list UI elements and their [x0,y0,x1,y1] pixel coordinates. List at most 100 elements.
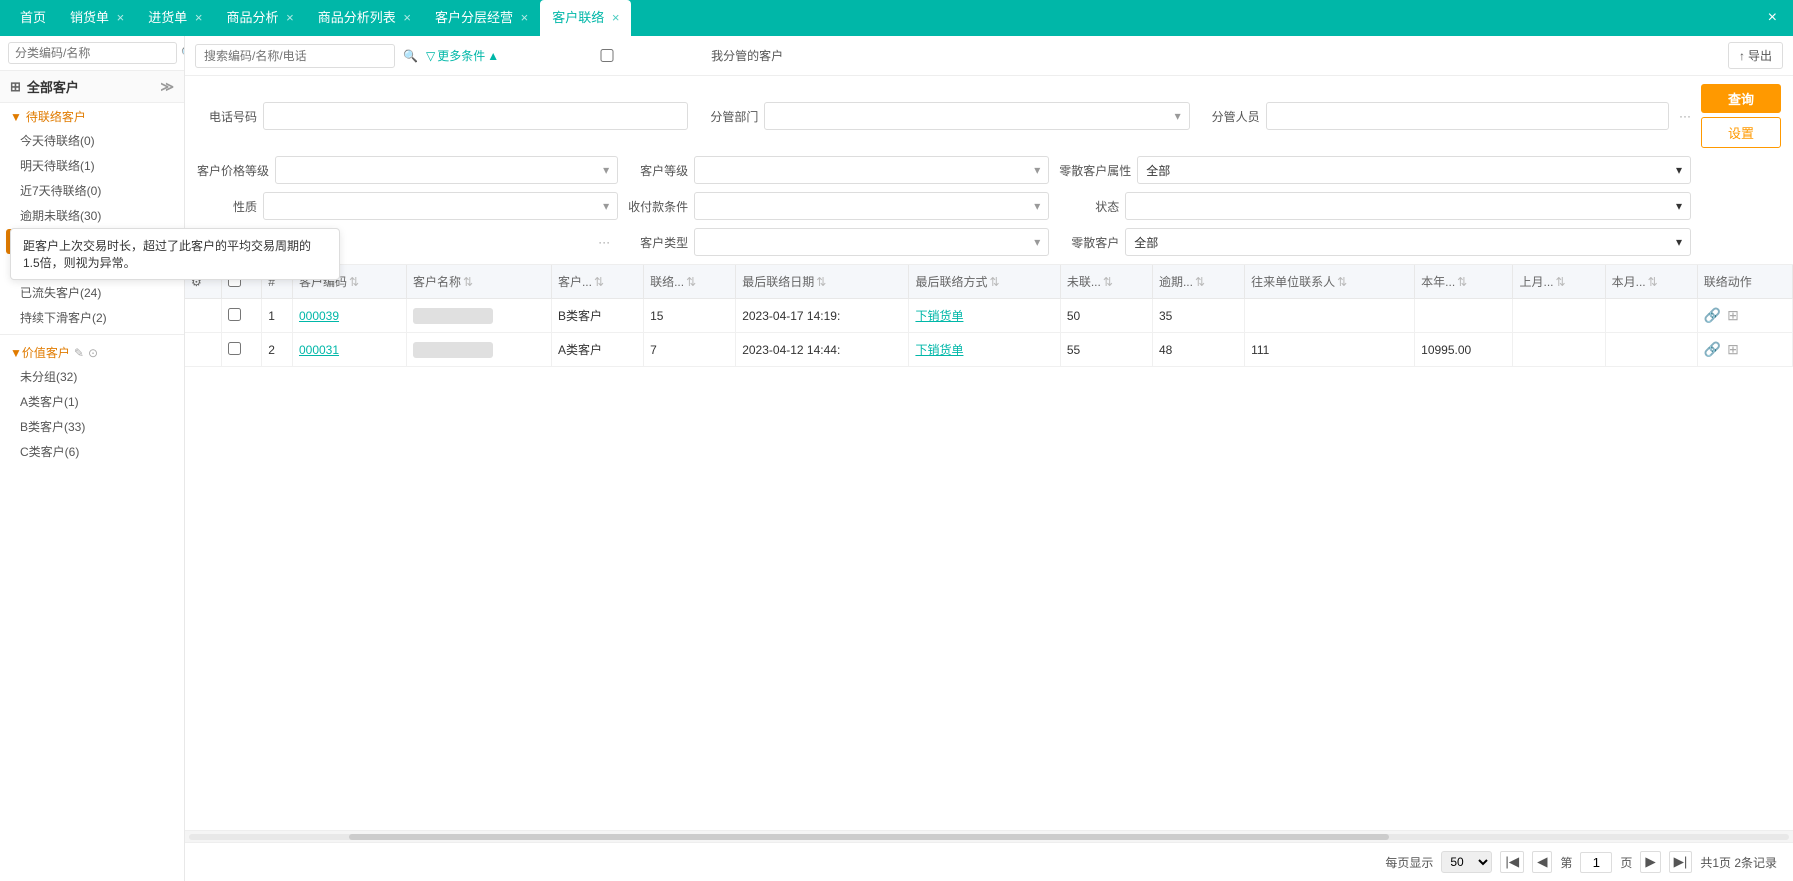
search-input[interactable] [195,44,395,68]
col-last-method[interactable]: 最后联络方式⇅ [909,265,1060,299]
value-group-edit-icon[interactable]: ✎ [74,346,84,360]
nav-customer-mgmt[interactable]: 客户分层经营 × [423,0,540,36]
col-overdue[interactable]: 逾期...⇅ [1152,265,1244,299]
row2-checkbox[interactable] [228,342,241,355]
customer-type-select[interactable] [694,228,1049,256]
col-pending[interactable]: 未联...⇅ [1060,265,1152,299]
filter-retail-customer: 零散客户 全部 [1059,228,1691,256]
export-button[interactable]: ↑ 导出 [1728,42,1783,69]
cell-index-2: 2 [262,333,293,367]
sidebar-item-7days[interactable]: 近7天待联络(0) [0,178,184,203]
nav-home[interactable]: 首页 [8,0,58,36]
row1-link-icon[interactable]: 🔗 [1704,307,1721,324]
phone-input[interactable] [263,102,688,130]
retail-attr-select[interactable]: 全部 [1137,156,1691,184]
my-customers-checkbox-label[interactable]: 我分管的客户 [507,47,783,64]
cell-code-2[interactable]: 000031 [292,333,406,367]
window-close-button[interactable]: × [1760,9,1785,27]
more-conditions-label: 更多条件 [437,47,485,64]
sidebar-item-lost[interactable]: 已流失客户(24) [0,280,184,305]
sidebar: 🔍 ⊞ 全部客户 ≫ ▼ 待联络客户 今天待联络(0) 明天待联络(1) 近7天… [0,36,185,881]
next-page-button[interactable]: ▶ [1640,851,1660,873]
cell-checkbox-1 [221,299,262,333]
more-conditions-button[interactable]: ▽ 更多条件 ▲ [426,47,499,64]
nav-product-list[interactable]: 商品分析列表 × [306,0,423,36]
col-last-month[interactable]: 上月...⇅ [1513,265,1605,299]
gender-label: 性质 [197,198,257,215]
row2-grid-icon[interactable]: ⊞ [1727,341,1739,358]
scrollbar-thumb[interactable] [349,834,1389,840]
set-button[interactable]: 设置 [1701,117,1781,148]
close-purchase-tab[interactable]: × [191,10,202,25]
cell-contact-person-1 [1245,299,1415,333]
sidebar-item-ungrouped[interactable]: 未分组(32) [0,364,184,389]
dept-chevron [1175,109,1181,123]
row2-link-icon[interactable]: 🔗 [1704,341,1721,358]
dept-label: 分管部门 [698,108,758,125]
nav-customer-contact[interactable]: 客户联络 × [540,0,631,36]
sidebar-item-overdue[interactable]: 逾期未联络(30) [0,203,184,228]
sidebar-pending-group[interactable]: ▼ 待联络客户 [0,103,184,128]
sidebar-item-b-class[interactable]: B类客户(33) [0,414,184,439]
gender-select[interactable] [263,192,618,220]
sidebar-item-tomorrow[interactable]: 明天待联络(1) [0,153,184,178]
sidebar-item-today[interactable]: 今天待联络(0) [0,128,184,153]
close-sales-tab[interactable]: × [113,10,124,25]
price-grade-select[interactable] [275,156,618,184]
retail-customer-select[interactable]: 全部 [1125,228,1691,256]
value-group-settings-icon[interactable]: ⊙ [88,346,98,360]
row1-checkbox[interactable] [228,308,241,321]
nav-purchase[interactable]: 进货单 × [136,0,214,36]
status-select[interactable] [1125,192,1691,220]
cell-actions-2: 🔗 ⊞ [1697,333,1792,367]
filter-row-3: 性质 收付款条件 状态 [197,192,1781,220]
first-page-button[interactable]: |◀ [1500,851,1524,873]
col-contact-person[interactable]: 往来单位联系人⇅ [1245,265,1415,299]
row4-dots[interactable]: ··· [598,235,610,249]
my-customers-checkbox[interactable] [507,49,707,62]
manager-select[interactable] [1266,102,1669,130]
nav-product-analysis[interactable]: 商品分析 × [214,0,305,36]
cell-actions-1: 🔗 ⊞ [1697,299,1792,333]
col-contact[interactable]: 联络...⇅ [644,265,736,299]
filter-grade: 客户等级 [628,156,1049,184]
grade-chevron [1034,163,1040,177]
sidebar-collapse-button[interactable]: ≫ [160,79,174,95]
sidebar-item-declining[interactable]: 持续下滑客户(2) [0,305,184,330]
query-button[interactable]: 查询 [1701,84,1781,113]
col-this-month[interactable]: 本月...⇅ [1605,265,1697,299]
manager-dots[interactable]: ··· [1679,109,1691,123]
col-name[interactable]: 客户名称⇅ [406,265,551,299]
close-product-analysis-tab[interactable]: × [283,10,294,25]
sidebar-item-c-class[interactable]: C类客户(6) [0,439,184,464]
cell-last-method-2[interactable]: 下销货单 [909,333,1060,367]
last-page-button[interactable]: ▶| [1669,851,1693,873]
cell-code-1[interactable]: 000039 [292,299,406,333]
sidebar-value-group[interactable]: ▼ 价值客户 ✎ ⊙ [0,339,184,364]
filter-customer-type: 客户类型 [628,228,1049,256]
cell-last-method-1[interactable]: 下销货单 [909,299,1060,333]
pay-cond-select[interactable] [694,192,1049,220]
col-category[interactable]: 客户...⇅ [551,265,643,299]
grade-select[interactable] [694,156,1049,184]
col-last-date[interactable]: 最后联络日期⇅ [736,265,909,299]
close-product-list-tab[interactable]: × [400,10,411,25]
per-page-select[interactable]: 50 20 100 [1441,851,1492,873]
close-customer-contact-tab[interactable]: × [608,10,619,25]
toolbar-search-icon[interactable]: 🔍 [403,49,418,63]
sidebar-item-a-class[interactable]: A类客户(1) [0,389,184,414]
prev-page-button[interactable]: ◀ [1532,851,1552,873]
nav-sales[interactable]: 销货单 × [58,0,136,36]
horizontal-scrollbar[interactable] [185,830,1793,842]
grid-icon: ⊞ [10,79,21,95]
filter-phone: 电话号码 [197,102,688,130]
page-number-input[interactable] [1580,852,1612,873]
row1-grid-icon[interactable]: ⊞ [1727,307,1739,324]
dept-select[interactable] [764,102,1189,130]
close-customer-mgmt-tab[interactable]: × [517,10,528,25]
col-this-year[interactable]: 本年...⇅ [1415,265,1513,299]
sidebar-search-input[interactable] [8,42,177,64]
filter-icon: ▽ [426,49,435,63]
cell-name-2 [406,333,551,367]
retail-attr-label: 零散客户属性 [1059,162,1131,179]
